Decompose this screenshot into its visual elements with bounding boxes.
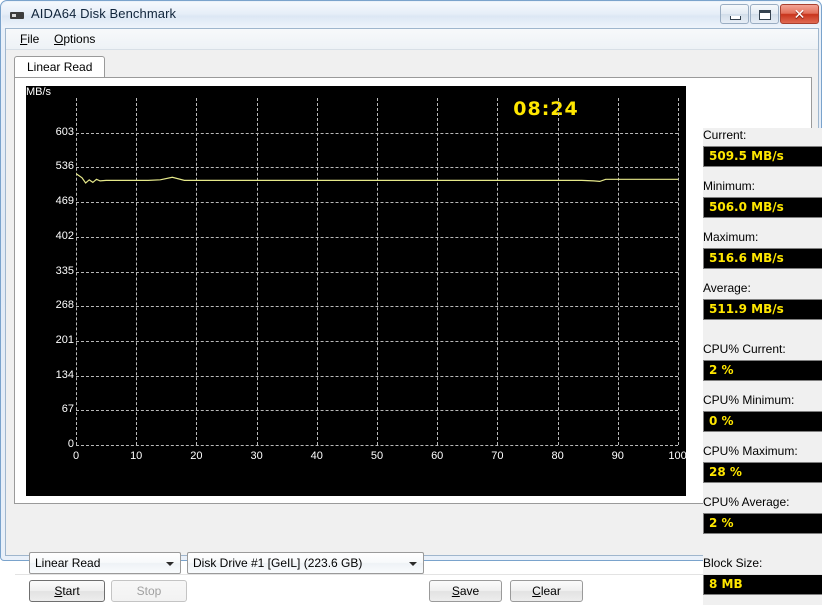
stat-label: CPU% Current: bbox=[703, 342, 786, 356]
x-axis-tick-label: 90 bbox=[598, 450, 638, 462]
close-button[interactable]: ✕ bbox=[780, 4, 819, 24]
tab-linear-read[interactable]: Linear Read bbox=[14, 56, 105, 78]
y-axis-unit-label: MB/s bbox=[26, 86, 51, 98]
stat-label: Block Size: bbox=[703, 556, 762, 570]
stat-value: 506.0 MB/s bbox=[703, 197, 822, 218]
gridline-vertical bbox=[678, 98, 679, 445]
stat-value: 2 % bbox=[703, 360, 822, 381]
stat-label: CPU% Maximum: bbox=[703, 444, 798, 458]
disk-drive-value: Disk Drive #1 [GeIL] (223.6 GB) bbox=[193, 556, 362, 570]
y-axis-tick-label: 268 bbox=[14, 299, 74, 311]
stop-button-label: Stop bbox=[137, 584, 162, 598]
title-bar[interactable]: AIDA64 Disk Benchmark ✕ bbox=[1, 1, 822, 28]
y-axis-tick-label: 536 bbox=[14, 160, 74, 172]
minimize-button[interactable] bbox=[720, 4, 749, 24]
stat-value: 516.6 MB/s bbox=[703, 248, 822, 269]
x-axis-tick-label: 0 bbox=[56, 450, 96, 462]
stat-label: CPU% Average: bbox=[703, 495, 790, 509]
y-axis-tick-label: 201 bbox=[14, 334, 74, 346]
menu-item-options-label: ptions bbox=[63, 32, 95, 46]
series-line bbox=[76, 174, 678, 183]
save-button-label: ave bbox=[460, 584, 479, 598]
stat-value: 0 % bbox=[703, 411, 822, 432]
stat-value: 511.9 MB/s bbox=[703, 299, 822, 320]
y-axis-tick-label: 402 bbox=[14, 230, 74, 242]
clear-button-label: lear bbox=[541, 584, 561, 598]
start-button-label: tart bbox=[62, 584, 79, 598]
divider bbox=[15, 574, 822, 575]
x-axis-tick-label: 70 bbox=[477, 450, 517, 462]
disk-icon bbox=[10, 9, 24, 21]
y-axis-tick-label: 603 bbox=[14, 126, 74, 138]
benchmark-chart: MB/s 08:24 06713420126833540246953660301… bbox=[26, 86, 686, 496]
stat-label: CPU% Minimum: bbox=[703, 393, 794, 407]
y-axis-tick-label: 67 bbox=[14, 403, 74, 415]
stat-label: Minimum: bbox=[703, 179, 755, 193]
gridline-horizontal bbox=[76, 445, 678, 446]
start-button[interactable]: Start bbox=[29, 580, 105, 602]
application-window: AIDA64 Disk Benchmark ✕ File Options Lin… bbox=[0, 0, 822, 561]
tab-strip: Linear Read bbox=[14, 56, 812, 78]
x-axis-tick-label: 40 bbox=[297, 450, 337, 462]
stat-label: Maximum: bbox=[703, 230, 758, 244]
close-icon: ✕ bbox=[781, 5, 818, 23]
stat-label: Current: bbox=[703, 128, 746, 142]
disk-drive-select[interactable]: Disk Drive #1 [GeIL] (223.6 GB) bbox=[187, 552, 424, 574]
menu-bar: File Options bbox=[6, 29, 818, 50]
stat-value: 28 % bbox=[703, 462, 822, 483]
y-axis-tick-label: 0 bbox=[14, 438, 74, 450]
benchmark-mode-select[interactable]: Linear Read bbox=[29, 552, 181, 574]
minimize-icon bbox=[730, 16, 741, 20]
y-axis-tick-label: 469 bbox=[14, 195, 74, 207]
stat-value: 509.5 MB/s bbox=[703, 146, 822, 167]
benchmark-mode-value: Linear Read bbox=[35, 556, 100, 570]
x-axis-tick-label: 80 bbox=[538, 450, 578, 462]
save-button[interactable]: Save bbox=[429, 580, 502, 602]
stop-button: Stop bbox=[111, 580, 187, 602]
x-axis-tick-label: 30 bbox=[237, 450, 277, 462]
chevron-down-icon bbox=[409, 562, 417, 566]
stat-label: Average: bbox=[703, 281, 751, 295]
maximize-button[interactable] bbox=[750, 4, 779, 24]
stat-value: 2 % bbox=[703, 513, 822, 534]
client-area: File Options Linear Read MB/s 08:24 0671… bbox=[5, 28, 819, 556]
menu-item-file-label: ile bbox=[27, 32, 39, 46]
maximize-icon bbox=[759, 10, 771, 20]
x-axis-tick-label: 100 % bbox=[664, 450, 704, 462]
y-axis-tick-label: 134 bbox=[14, 369, 74, 381]
x-axis-tick-label: 50 bbox=[357, 450, 397, 462]
clear-button[interactable]: Clear bbox=[510, 580, 583, 602]
stat-value: 8 MB bbox=[703, 574, 822, 595]
menu-item-options[interactable]: Options bbox=[50, 32, 99, 46]
chevron-down-icon bbox=[166, 562, 174, 566]
tab-panel: MB/s 08:24 06713420126833540246953660301… bbox=[14, 77, 812, 504]
x-axis-tick-label: 20 bbox=[176, 450, 216, 462]
read-speed-series bbox=[76, 98, 678, 445]
statistics-panel: Current: 509.5 MB/s Minimum: 506.0 MB/s Maxi… bbox=[703, 128, 822, 605]
menu-item-file[interactable]: File bbox=[16, 32, 43, 46]
window-title: AIDA64 Disk Benchmark bbox=[31, 6, 176, 21]
x-axis-tick-label: 10 bbox=[116, 450, 156, 462]
x-axis-tick-label: 60 bbox=[417, 450, 457, 462]
y-axis-tick-label: 335 bbox=[14, 265, 74, 277]
